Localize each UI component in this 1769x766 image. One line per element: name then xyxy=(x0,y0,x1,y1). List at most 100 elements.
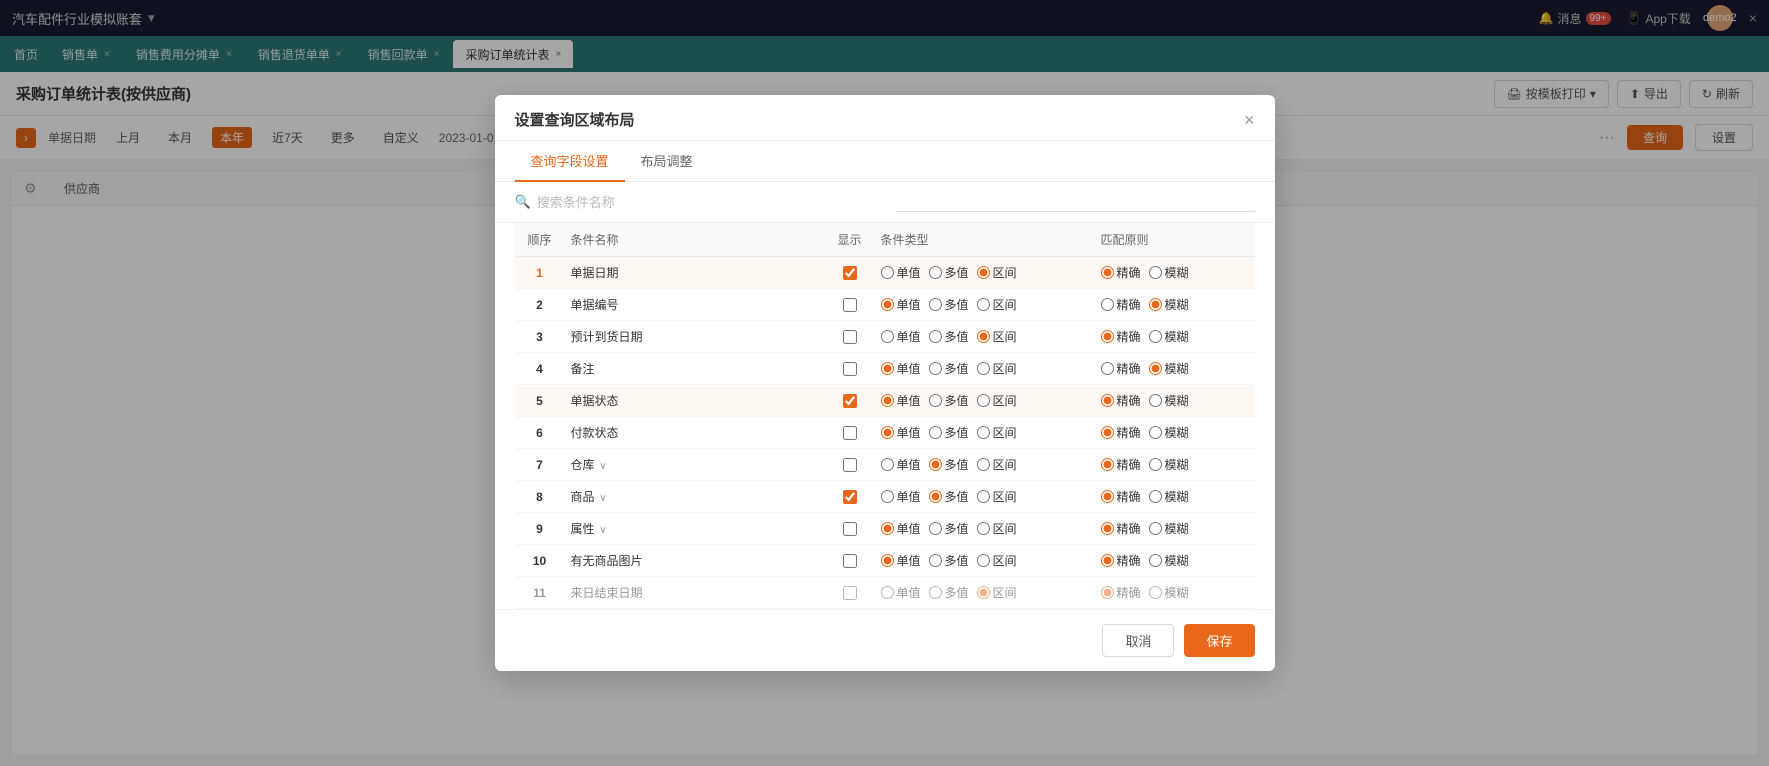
show-checkbox-11[interactable] xyxy=(843,586,857,600)
row-match-4: 精确模糊 xyxy=(1095,353,1255,385)
show-checkbox-9[interactable] xyxy=(843,522,857,536)
show-checkbox-3[interactable] xyxy=(843,330,857,344)
type-multi-10[interactable] xyxy=(929,554,942,567)
row-show-10[interactable] xyxy=(825,545,875,577)
show-checkbox-7[interactable] xyxy=(843,458,857,472)
show-checkbox-4[interactable] xyxy=(843,362,857,376)
type-multi-5[interactable] xyxy=(929,394,942,407)
show-checkbox-6[interactable] xyxy=(843,426,857,440)
type-single-1[interactable] xyxy=(881,266,894,279)
row-show-8[interactable] xyxy=(825,481,875,513)
tab-query-fields[interactable]: 查询字段设置 xyxy=(515,141,625,182)
row-show-2[interactable] xyxy=(825,289,875,321)
row-name-8: 商品 ∨ xyxy=(565,481,825,513)
type-range-8[interactable] xyxy=(977,490,990,503)
type-single-5[interactable] xyxy=(881,394,894,407)
show-checkbox-8[interactable] xyxy=(843,490,857,504)
save-button[interactable]: 保存 xyxy=(1184,624,1254,657)
type-range-3[interactable] xyxy=(977,330,990,343)
type-single-10[interactable] xyxy=(881,554,894,567)
match-fuzzy-8[interactable] xyxy=(1149,490,1162,503)
type-single-2[interactable] xyxy=(881,298,894,311)
show-checkbox-10[interactable] xyxy=(843,554,857,568)
settings-dialog: 设置查询区域布局 × 查询字段设置 布局调整 🔍 顺序 条件名称 显示 条件 xyxy=(495,95,1275,671)
type-single-3[interactable] xyxy=(881,330,894,343)
type-single-7[interactable] xyxy=(881,458,894,471)
type-single-8[interactable] xyxy=(881,490,894,503)
match-exact-5[interactable] xyxy=(1101,394,1114,407)
search-input[interactable] xyxy=(537,195,896,210)
type-multi-1[interactable] xyxy=(929,266,942,279)
type-range-11[interactable] xyxy=(977,586,990,599)
match-fuzzy-9[interactable] xyxy=(1149,522,1162,535)
row-match-9: 精确模糊 xyxy=(1095,513,1255,545)
type-multi-6[interactable] xyxy=(929,426,942,439)
settings-table: 顺序 条件名称 显示 条件类型 匹配原则 1单据日期单值多值区间精确模糊2单据编… xyxy=(515,223,1255,609)
match-exact-6[interactable] xyxy=(1101,426,1114,439)
match-fuzzy-5[interactable] xyxy=(1149,394,1162,407)
match-fuzzy-3[interactable] xyxy=(1149,330,1162,343)
cancel-button[interactable]: 取消 xyxy=(1102,624,1174,657)
match-exact-11[interactable] xyxy=(1101,586,1114,599)
row-match-3: 精确模糊 xyxy=(1095,321,1255,353)
dialog-tabs: 查询字段设置 布局调整 xyxy=(495,141,1275,182)
row-order-4: 4 xyxy=(515,353,565,385)
match-fuzzy-2[interactable] xyxy=(1149,298,1162,311)
match-exact-10[interactable] xyxy=(1101,554,1114,567)
type-range-2[interactable] xyxy=(977,298,990,311)
match-fuzzy-11[interactable] xyxy=(1149,586,1162,599)
dialog-title: 设置查询区域布局 xyxy=(515,109,635,130)
type-range-1[interactable] xyxy=(977,266,990,279)
match-fuzzy-1[interactable] xyxy=(1149,266,1162,279)
show-checkbox-2[interactable] xyxy=(843,298,857,312)
match-exact-3[interactable] xyxy=(1101,330,1114,343)
type-multi-8[interactable] xyxy=(929,490,942,503)
match-exact-4[interactable] xyxy=(1101,362,1114,375)
match-exact-8[interactable] xyxy=(1101,490,1114,503)
type-multi-7[interactable] xyxy=(929,458,942,471)
row-match-11: 精确模糊 xyxy=(1095,577,1255,609)
row-type-6: 单值多值区间 xyxy=(875,417,1095,449)
type-range-10[interactable] xyxy=(977,554,990,567)
row-match-6: 精确模糊 xyxy=(1095,417,1255,449)
dialog-footer: 取消 保存 xyxy=(495,609,1275,671)
match-exact-7[interactable] xyxy=(1101,458,1114,471)
row-match-2: 精确模糊 xyxy=(1095,289,1255,321)
type-range-6[interactable] xyxy=(977,426,990,439)
row-show-7[interactable] xyxy=(825,449,875,481)
type-multi-4[interactable] xyxy=(929,362,942,375)
row-order-3: 3 xyxy=(515,321,565,353)
dialog-close-button[interactable]: × xyxy=(1244,111,1255,129)
tab-layout[interactable]: 布局调整 xyxy=(625,141,709,182)
type-single-9[interactable] xyxy=(881,522,894,535)
type-multi-11[interactable] xyxy=(929,586,942,599)
row-type-4: 单值多值区间 xyxy=(875,353,1095,385)
row-show-11[interactable] xyxy=(825,577,875,609)
row-show-3[interactable] xyxy=(825,321,875,353)
type-single-11[interactable] xyxy=(881,586,894,599)
row-show-9[interactable] xyxy=(825,513,875,545)
type-single-4[interactable] xyxy=(881,362,894,375)
type-single-6[interactable] xyxy=(881,426,894,439)
row-type-9: 单值多值区间 xyxy=(875,513,1095,545)
match-exact-2[interactable] xyxy=(1101,298,1114,311)
match-fuzzy-7[interactable] xyxy=(1149,458,1162,471)
row-show-4[interactable] xyxy=(825,353,875,385)
type-range-9[interactable] xyxy=(977,522,990,535)
show-checkbox-5[interactable] xyxy=(843,394,857,408)
show-checkbox-1[interactable] xyxy=(843,266,857,280)
match-fuzzy-4[interactable] xyxy=(1149,362,1162,375)
row-show-1[interactable] xyxy=(825,257,875,289)
type-range-5[interactable] xyxy=(977,394,990,407)
type-range-7[interactable] xyxy=(977,458,990,471)
match-exact-1[interactable] xyxy=(1101,266,1114,279)
row-show-5[interactable] xyxy=(825,385,875,417)
match-exact-9[interactable] xyxy=(1101,522,1114,535)
type-multi-9[interactable] xyxy=(929,522,942,535)
type-multi-2[interactable] xyxy=(929,298,942,311)
match-fuzzy-10[interactable] xyxy=(1149,554,1162,567)
match-fuzzy-6[interactable] xyxy=(1149,426,1162,439)
type-multi-3[interactable] xyxy=(929,330,942,343)
type-range-4[interactable] xyxy=(977,362,990,375)
row-show-6[interactable] xyxy=(825,417,875,449)
